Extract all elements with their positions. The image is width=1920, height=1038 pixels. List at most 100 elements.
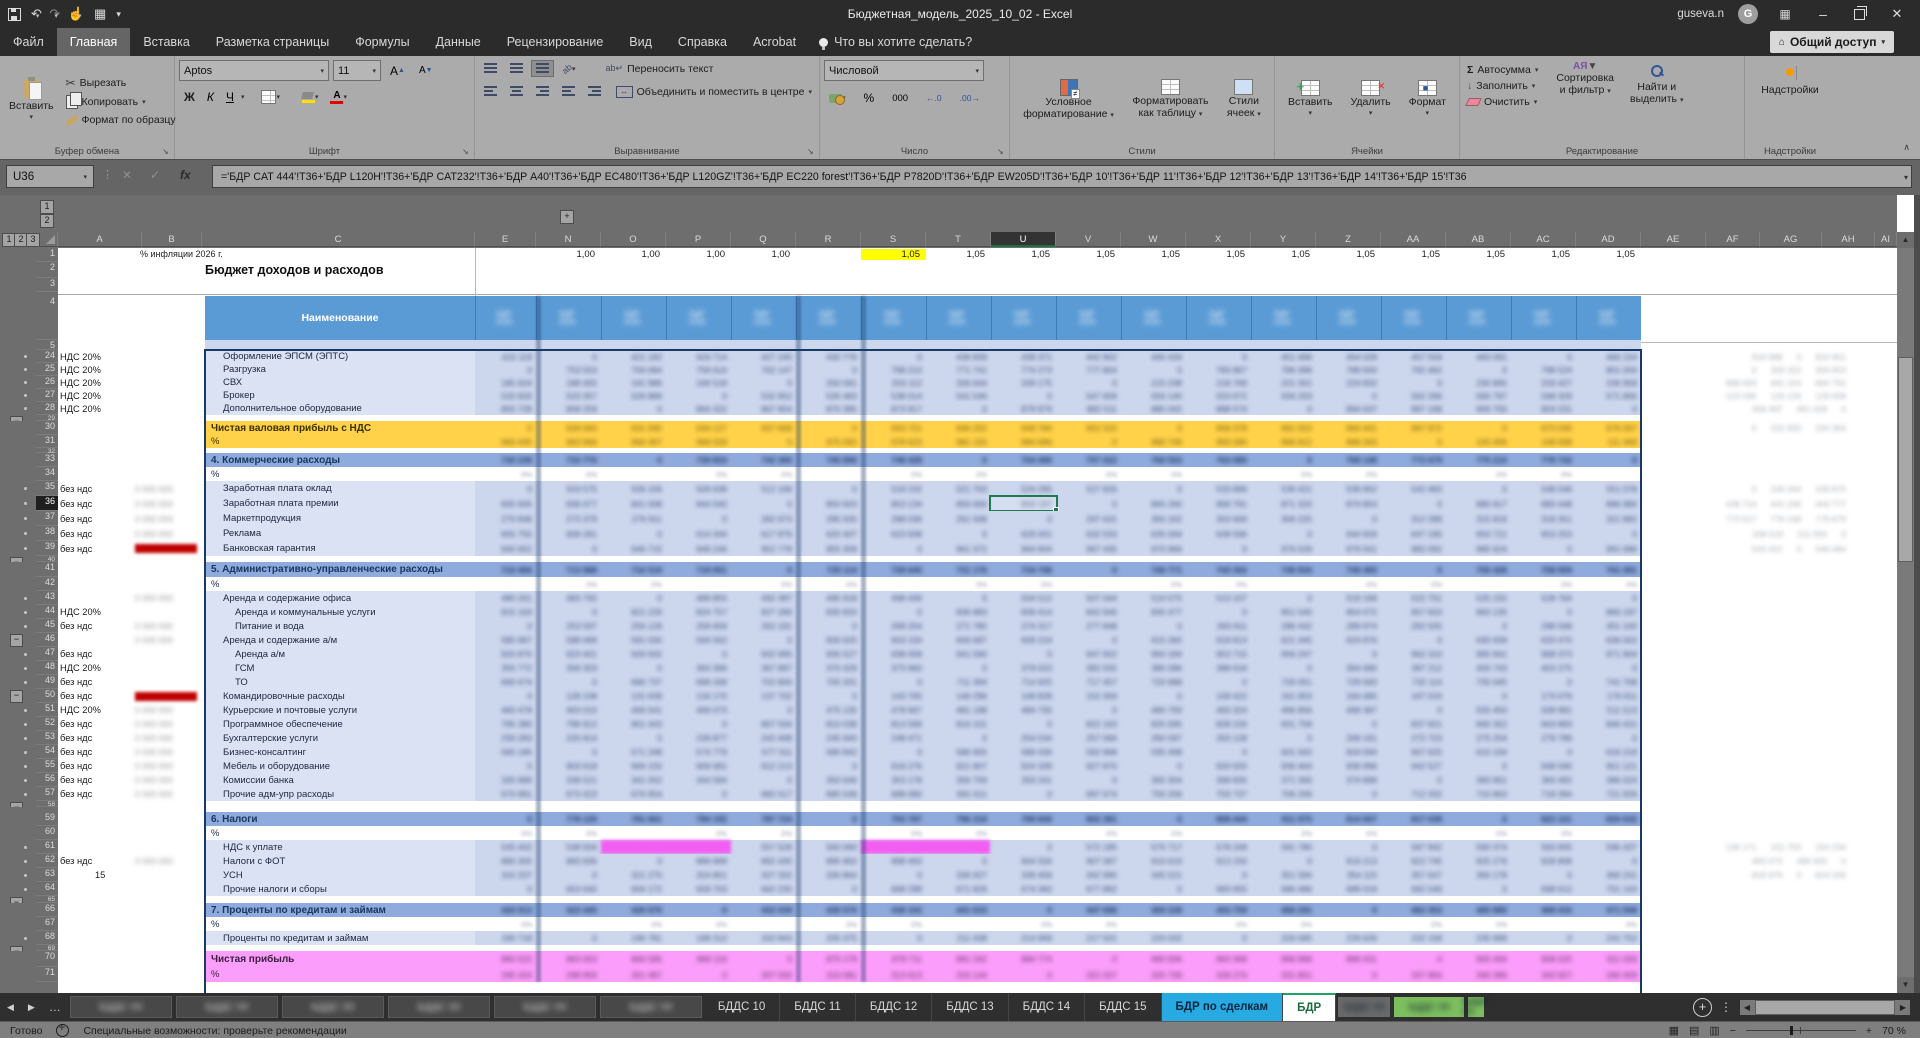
cell-C30[interactable]: Чистая валовая прибыль с НДС <box>205 421 475 435</box>
name-box[interactable]: U36 ▾ <box>6 165 94 188</box>
cell-S47[interactable]: 938 058 <box>861 647 926 661</box>
cell-C50[interactable]: Командировочные расходы <box>205 689 475 703</box>
cell-Z41[interactable]: 749 365 <box>1316 562 1381 577</box>
data-band-56[interactable]: 335 989 338 521 341 052 344 584 0 350 646 353 … <box>475 773 1641 787</box>
data-band-59[interactable]: 0 778 129 781 661 784 192 787 724 0 793 787 796… <box>475 812 1641 826</box>
vat-label-62[interactable]: без ндс <box>60 854 140 868</box>
cell-V53[interactable]: 257 066 <box>1056 731 1121 745</box>
cell-R25[interactable]: 0 <box>796 363 861 376</box>
cell-X71[interactable]: 328 270 <box>1186 967 1251 982</box>
cell-Y43[interactable]: 0 <box>1251 591 1316 605</box>
cell-T62[interactable]: 0 <box>926 854 991 868</box>
data-band-68[interactable]: 190 718 0 196 781 199 312 202 843 205 375 0 211… <box>475 931 1641 945</box>
cell-AA71[interactable]: 337 864 <box>1381 967 1446 982</box>
cell-AC55[interactable]: 948 590 <box>1511 759 1576 773</box>
cell-C48[interactable]: ГСМ <box>205 661 475 675</box>
cell-V50[interactable]: 152 359 <box>1056 689 1121 703</box>
cell-P68[interactable]: 199 312 <box>666 931 731 945</box>
cell-AC68[interactable]: 0 <box>1511 931 1576 945</box>
cell-AD30[interactable]: 676 567 <box>1576 421 1641 435</box>
data-band-27[interactable]: 520 826 523 357 526 889 0 532 952 535 483 538 … <box>475 389 1641 402</box>
cell-V63[interactable]: 342 990 <box>1056 868 1121 882</box>
cell-O59[interactable]: 781 661 <box>601 812 666 826</box>
cell-P51[interactable]: 469 073 <box>666 703 731 717</box>
cell-AA59[interactable]: 817 038 <box>1381 812 1446 826</box>
cell-W33[interactable]: 760 553 <box>1121 453 1186 467</box>
cell-P34[interactable]: 0% <box>666 467 731 481</box>
cell-AB46[interactable]: 630 939 <box>1446 633 1511 647</box>
cell-P64[interactable]: 659 703 <box>666 882 731 896</box>
borders-button[interactable]: ▾ <box>256 87 285 107</box>
cell-W42[interactable]: 0% <box>1121 577 1186 591</box>
cell-E60[interactable]: 0% <box>475 826 536 840</box>
row-header-45[interactable]: 45 <box>36 619 58 633</box>
cell-U26[interactable]: 209 175 <box>991 376 1056 389</box>
cell-S62[interactable]: 898 493 <box>861 854 926 868</box>
cell-U56[interactable]: 359 241 <box>991 773 1056 787</box>
cell-P62[interactable]: 889 899 <box>666 854 731 868</box>
cell-C52[interactable]: Программное обеспечение <box>205 717 475 731</box>
cell-R27[interactable]: 535 483 <box>796 389 861 402</box>
cancel-button[interactable]: ✕ <box>122 168 132 182</box>
cell-B45[interactable]: 0 000 000 <box>135 619 203 633</box>
cell-C64[interactable]: Прочие налоги и сборы <box>205 882 475 896</box>
cell-P43[interactable]: 489 855 <box>666 591 731 605</box>
cell-E38[interactable]: 605 750 <box>475 526 536 541</box>
cell-C57[interactable]: Прочие адм-упр расходы <box>205 787 475 801</box>
cell-Y64[interactable]: 686 486 <box>1251 882 1316 896</box>
cell-AA34[interactable] <box>1381 467 1446 481</box>
row-header-1[interactable]: 1 <box>36 248 58 262</box>
cell-R56[interactable]: 350 646 <box>796 773 861 787</box>
cell-U53[interactable]: 254 534 <box>991 731 1056 745</box>
cell-E43[interactable]: 480 261 <box>475 591 536 605</box>
cell-E52[interactable]: 795 380 <box>475 717 536 731</box>
cell-X56[interactable]: 368 835 <box>1186 773 1251 787</box>
cell-T42[interactable]: 0% <box>926 577 991 591</box>
cell-AD26[interactable]: 236 958 <box>1576 376 1641 389</box>
cell-T52[interactable]: 816 101 <box>926 717 991 731</box>
cell-AD62[interactable]: 0 <box>1576 854 1641 868</box>
cell-E50[interactable]: 0 <box>475 689 536 703</box>
cell-W31[interactable]: 990 749 <box>1121 435 1186 448</box>
row-header-44[interactable]: 44 <box>36 605 58 619</box>
cell-AC30[interactable]: 673 035 <box>1511 421 1576 435</box>
cell-V27[interactable]: 547 609 <box>1056 389 1121 402</box>
data-band-47[interactable]: 920 870 923 401 926 932 0 932 995 935 527 938 … <box>475 647 1641 661</box>
insert-function-button[interactable]: fx <box>180 168 191 182</box>
cell-N64[interactable]: 653 640 <box>536 882 601 896</box>
cell-Y45[interactable]: 286 442 <box>1251 619 1316 633</box>
cell-S70[interactable]: 878 711 <box>861 951 926 967</box>
sheet-tab-БДДС 10[interactable]: БДДС 10 <box>704 993 781 1021</box>
cell-Z34[interactable]: 0% <box>1316 467 1381 481</box>
cell-V31[interactable]: 0 <box>1056 435 1121 448</box>
font-family-select[interactable]: Aptos ▾ <box>179 60 329 81</box>
sheet-tab-active-БДР[interactable]: БДР <box>1283 993 1337 1021</box>
cell-V24[interactable]: 442 902 <box>1056 350 1121 363</box>
cell-AC59[interactable]: 823 101 <box>1511 812 1576 826</box>
copy-button[interactable]: Копировать ▾ <box>63 92 179 111</box>
cell-B57[interactable]: 0 000 000 <box>135 787 203 801</box>
cell-Y35[interactable]: 536 421 <box>1251 481 1316 496</box>
cell-AA66[interactable]: 462 353 <box>1381 903 1446 917</box>
cell-T41[interactable]: 731 176 <box>926 562 991 577</box>
cell-X52[interactable]: 828 226 <box>1186 717 1251 731</box>
cell-N56[interactable]: 338 521 <box>536 773 601 787</box>
cell-Q68[interactable]: 202 843 <box>731 931 796 945</box>
cell-Y55[interactable]: 936 464 <box>1251 759 1316 773</box>
cell-Y59[interactable]: 811 975 <box>1251 812 1316 826</box>
cell-X24[interactable]: 0 <box>1186 350 1251 363</box>
cell-AD39[interactable]: 991 686 <box>1576 541 1641 556</box>
cell-W47[interactable]: 950 184 <box>1121 647 1186 661</box>
column-header-A[interactable]: A <box>58 232 142 247</box>
cell-W46[interactable]: 615 282 <box>1121 633 1186 647</box>
cell-S33[interactable]: 748 428 <box>861 453 926 467</box>
cell-AD61[interactable]: 596 437 <box>1576 840 1641 854</box>
cell-P66[interactable]: 0 <box>666 903 731 917</box>
column-header-C[interactable]: C <box>202 232 475 247</box>
cell-U37[interactable]: 0 <box>991 511 1056 526</box>
cell-S37[interactable]: 288 036 <box>861 511 926 526</box>
cell-Z42[interactable]: 0% <box>1316 577 1381 591</box>
cell-U35[interactable]: 524 295 <box>991 481 1056 496</box>
cell-B37[interactable]: 0 000 000 <box>135 511 203 526</box>
cell-U57[interactable]: 0 <box>991 787 1056 801</box>
